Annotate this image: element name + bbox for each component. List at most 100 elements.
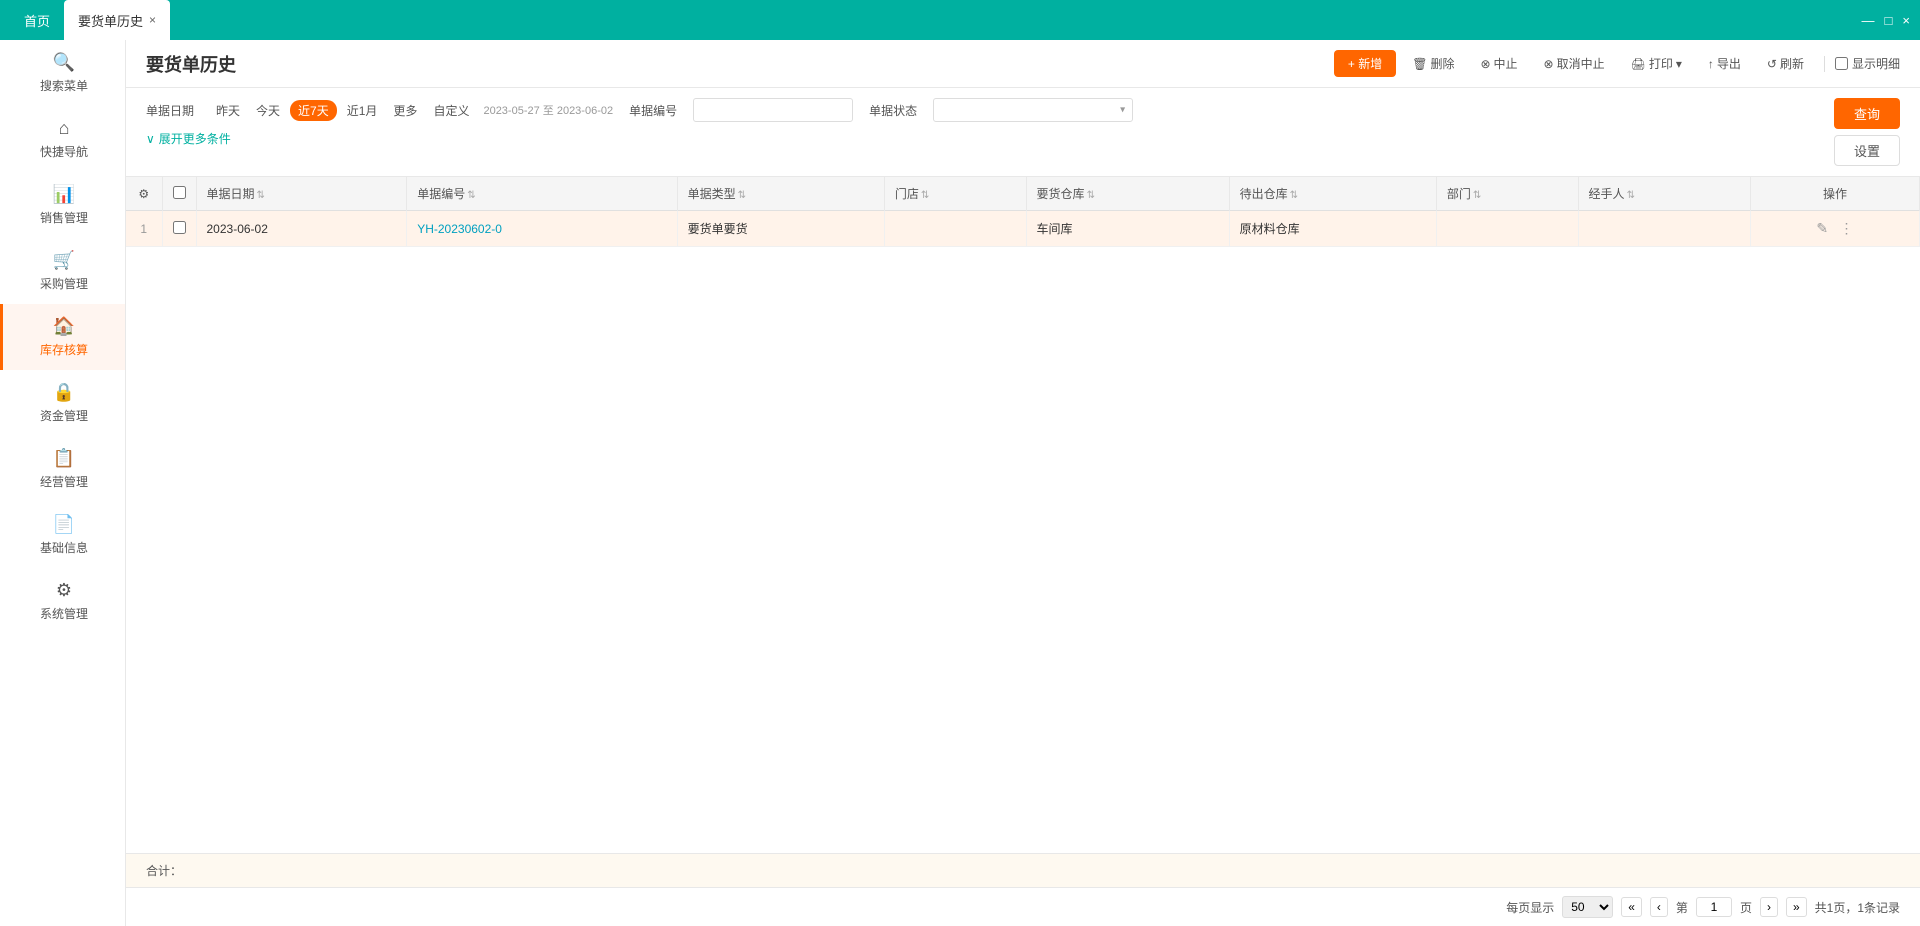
row-number-link[interactable]: YH-20230602-0 bbox=[417, 222, 502, 236]
sort-pending-warehouse-icon: ⇅ bbox=[1290, 190, 1298, 201]
sidebar-item-finance[interactable]: 🔒 资金管理 bbox=[0, 370, 125, 436]
select-all-checkbox[interactable] bbox=[173, 186, 186, 199]
col-operations: 操作 bbox=[1750, 177, 1919, 211]
first-page-button[interactable]: « bbox=[1621, 897, 1642, 917]
search-icon: 🔍 bbox=[53, 52, 75, 73]
total-info: 共1页，1条记录 bbox=[1815, 899, 1900, 916]
row-department bbox=[1436, 211, 1578, 247]
date-btn-7days[interactable]: 近7天 bbox=[290, 100, 337, 121]
new-button[interactable]: + 新增 bbox=[1334, 50, 1396, 77]
sidebar-item-shortcut-label: 快捷导航 bbox=[40, 143, 88, 160]
col-handler[interactable]: 经手人⇅ bbox=[1578, 177, 1750, 211]
delete-button[interactable]: 🗑 删除 bbox=[1402, 51, 1464, 76]
refresh-button[interactable]: ↺ 刷新 bbox=[1757, 51, 1814, 76]
show-detail-checkbox[interactable] bbox=[1835, 57, 1848, 70]
data-table: ⚙ 单据日期⇅ 单据编号⇅ 单据类型⇅ bbox=[126, 177, 1920, 247]
export-button[interactable]: ↑ 导出 bbox=[1698, 51, 1751, 76]
date-btn-1month[interactable]: 近1月 bbox=[341, 100, 384, 121]
tab-home[interactable]: 首页 bbox=[10, 0, 64, 40]
col-gear[interactable]: ⚙ bbox=[126, 177, 162, 211]
tab-requisition-history-label: 要货单历史 bbox=[78, 11, 143, 30]
expand-icon: ∨ bbox=[146, 132, 155, 146]
col-date[interactable]: 单据日期⇅ bbox=[196, 177, 407, 211]
sidebar-item-system-label: 系统管理 bbox=[40, 605, 88, 622]
sidebar-item-basic[interactable]: 📄 基础信息 bbox=[0, 502, 125, 568]
toolbar: + 新增 🗑 删除 ⊗ 中止 ⊗ 取消中止 🖨 打印 ▾ bbox=[1334, 50, 1900, 77]
sidebar-item-inventory[interactable]: 🏠 库存核算 bbox=[0, 304, 125, 370]
print-dropdown-icon: ▾ bbox=[1676, 57, 1682, 71]
sort-type-icon: ⇅ bbox=[738, 190, 746, 201]
row-more-button[interactable]: ⋮ bbox=[1836, 218, 1858, 239]
row-number: YH-20230602-0 bbox=[407, 211, 677, 247]
col-store[interactable]: 门店⇅ bbox=[884, 177, 1026, 211]
filter-settings-button[interactable]: 设置 bbox=[1834, 135, 1900, 166]
per-page-select[interactable]: 20 50 100 bbox=[1562, 896, 1613, 918]
sidebar-item-system[interactable]: ⚙ 系统管理 bbox=[0, 568, 125, 634]
date-btn-yesterday[interactable]: 昨天 bbox=[210, 100, 246, 121]
doc-number-input[interactable] bbox=[693, 98, 853, 122]
sidebar-item-purchase[interactable]: 🛒 采购管理 bbox=[0, 238, 125, 304]
print-icon: 🖨 bbox=[1631, 57, 1646, 71]
close-icon[interactable]: × bbox=[1902, 13, 1910, 28]
data-table-wrap: ⚙ 单据日期⇅ 单据编号⇅ 单据类型⇅ bbox=[126, 177, 1920, 853]
col-pending-warehouse[interactable]: 待出仓库⇅ bbox=[1229, 177, 1436, 211]
sidebar-item-shortcut[interactable]: ⌂ 快捷导航 bbox=[0, 106, 125, 172]
purchase-icon: 🛒 bbox=[53, 250, 75, 271]
prev-page-button[interactable]: ‹ bbox=[1650, 897, 1668, 917]
cancel-stop-button[interactable]: ⊗ 取消中止 bbox=[1534, 51, 1615, 76]
sort-handler-icon: ⇅ bbox=[1627, 190, 1635, 201]
sort-date-icon: ⇅ bbox=[257, 190, 265, 201]
filter-section: 单据日期 昨天 今天 近7天 近1月 更多 自定义 2023-05-27 至 2… bbox=[146, 98, 1900, 166]
col-req-warehouse[interactable]: 要货仓库⇅ bbox=[1026, 177, 1229, 211]
row-pending-warehouse: 原材料仓库 bbox=[1229, 211, 1436, 247]
date-btn-custom[interactable]: 自定义 bbox=[427, 100, 475, 121]
filter-row-1: 单据日期 昨天 今天 近7天 近1月 更多 自定义 2023-05-27 至 2… bbox=[146, 98, 1824, 122]
last-page-button[interactable]: » bbox=[1786, 897, 1807, 917]
sidebar-item-sales[interactable]: 📊 销售管理 bbox=[0, 172, 125, 238]
sort-number-icon: ⇅ bbox=[467, 190, 475, 201]
col-department[interactable]: 部门⇅ bbox=[1436, 177, 1578, 211]
filter-left: 单据日期 昨天 今天 近7天 近1月 更多 自定义 2023-05-27 至 2… bbox=[146, 98, 1824, 147]
sort-req-warehouse-icon: ⇅ bbox=[1087, 190, 1095, 201]
row-num: 1 bbox=[126, 211, 162, 247]
date-btn-more[interactable]: 更多 bbox=[387, 100, 423, 121]
stop-button[interactable]: ⊗ 中止 bbox=[1470, 51, 1527, 76]
toolbar-separator bbox=[1824, 56, 1825, 72]
col-number[interactable]: 单据编号⇅ bbox=[407, 177, 677, 211]
sidebar-item-sales-label: 销售管理 bbox=[40, 209, 88, 226]
minimize-icon[interactable]: — bbox=[1862, 13, 1875, 28]
sidebar-item-inventory-label: 库存核算 bbox=[40, 341, 88, 358]
page-number-input[interactable] bbox=[1696, 897, 1732, 917]
top-bar: 首页 要货单历史 × — □ × bbox=[0, 0, 1920, 40]
tab-requisition-history[interactable]: 要货单历史 × bbox=[64, 0, 170, 40]
system-icon: ⚙ bbox=[56, 580, 72, 601]
sidebar-item-operation[interactable]: 📋 经营管理 bbox=[0, 436, 125, 502]
inventory-icon: 🏠 bbox=[53, 316, 75, 337]
sidebar-item-operation-label: 经营管理 bbox=[40, 473, 88, 490]
table-header-row: ⚙ 单据日期⇅ 单据编号⇅ 单据类型⇅ bbox=[126, 177, 1920, 211]
date-btn-today[interactable]: 今天 bbox=[250, 100, 286, 121]
page-title: 要货单历史 bbox=[146, 51, 236, 77]
tab-close-icon[interactable]: × bbox=[149, 13, 156, 27]
sort-department-icon: ⇅ bbox=[1473, 190, 1481, 201]
sidebar-item-search[interactable]: 🔍 搜索菜单 bbox=[0, 40, 125, 106]
maximize-icon[interactable]: □ bbox=[1885, 13, 1893, 28]
finance-icon: 🔒 bbox=[53, 382, 75, 403]
filter-right: 查询 设置 bbox=[1834, 98, 1900, 166]
date-quick-buttons: 昨天 今天 近7天 近1月 更多 自定义 2023-05-27 至 2023-0… bbox=[210, 100, 613, 121]
row-date: 2023-06-02 bbox=[196, 211, 407, 247]
doc-status-select[interactable] bbox=[933, 98, 1133, 122]
col-type[interactable]: 单据类型⇅ bbox=[677, 177, 884, 211]
row-store bbox=[884, 211, 1026, 247]
row-edit-button[interactable]: ✎ bbox=[1812, 218, 1832, 239]
pagination: 每页显示 20 50 100 « ‹ 第 页 › » 共1页，1条记录 bbox=[126, 887, 1920, 926]
print-button[interactable]: 🖨 打印 ▾ bbox=[1621, 51, 1692, 76]
expand-filter-button[interactable]: ∨ 展开更多条件 bbox=[146, 130, 231, 147]
row-handler bbox=[1578, 211, 1750, 247]
query-button[interactable]: 查询 bbox=[1834, 98, 1900, 129]
next-page-button[interactable]: › bbox=[1760, 897, 1778, 917]
per-page-label: 每页显示 bbox=[1506, 899, 1554, 916]
row-checkbox[interactable] bbox=[173, 221, 186, 234]
table-row: 1 2023-06-02 YH-20230602-0 要货单要货 车间库 原材料… bbox=[126, 211, 1920, 247]
window-controls: — □ × bbox=[1862, 13, 1910, 28]
